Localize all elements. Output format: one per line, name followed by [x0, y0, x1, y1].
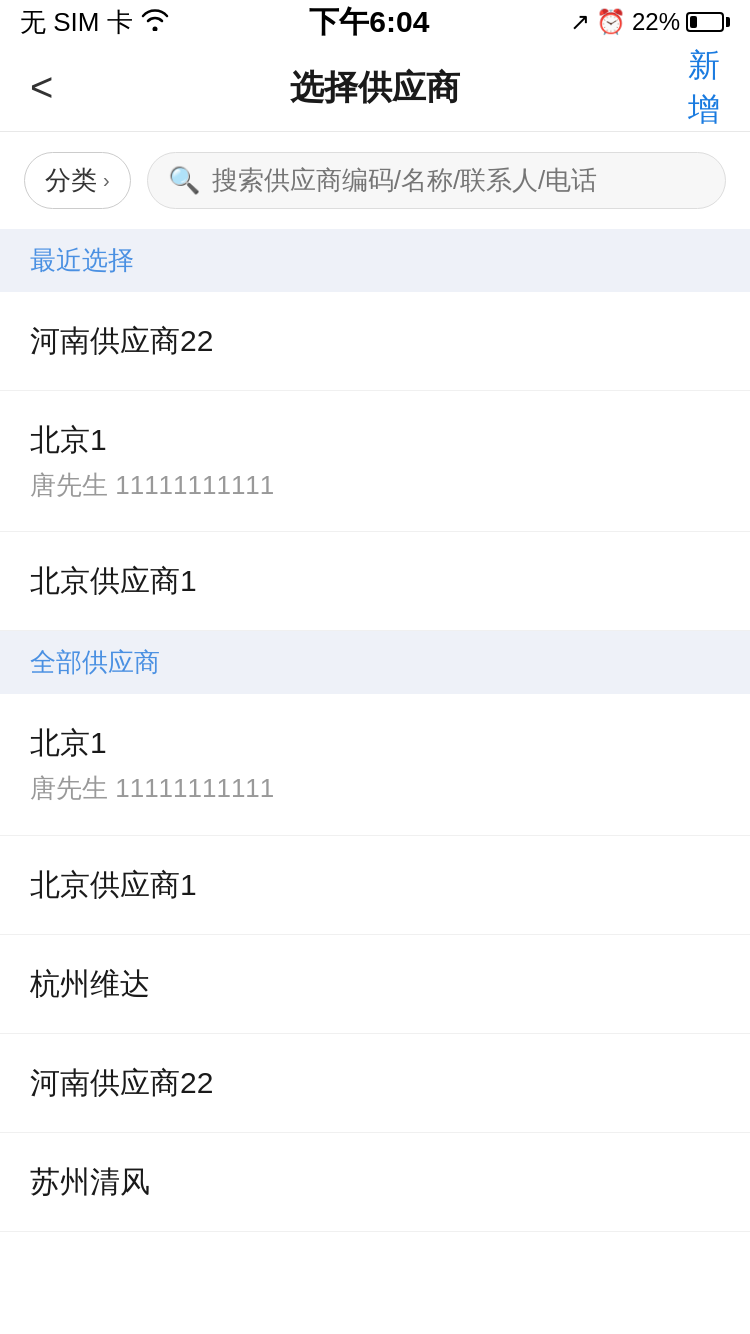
list-item[interactable]: 河南供应商22 — [0, 1034, 750, 1133]
add-button[interactable]: 新增 — [660, 44, 720, 132]
search-box[interactable]: 🔍 — [147, 152, 726, 209]
list-item[interactable]: 北京供应商1 — [0, 836, 750, 935]
alarm-icon: ⏰ — [596, 8, 626, 36]
status-bar: 无 SIM 卡 下午6:04 ↗ ⏰ 22% — [0, 0, 750, 44]
item-name: 北京1 — [30, 419, 720, 461]
all-items-list: 北京1 唐先生 11111111111 北京供应商1 杭州维达河南供应商22 苏州清风 — [0, 694, 750, 1231]
recent-items-list: 河南供应商22 北京1 唐先生 11111111111 北京供应商1 — [0, 292, 750, 631]
list-item[interactable]: 苏州清风 — [0, 1133, 750, 1232]
category-label: 分类 — [45, 163, 97, 198]
item-name: 杭州维达 — [30, 963, 720, 1005]
all-section-header: 全部供应商 — [0, 631, 750, 694]
all-section-label: 全部供应商 — [30, 647, 160, 677]
item-name: 北京供应商1 — [30, 864, 720, 906]
item-name: 北京供应商1 — [30, 560, 720, 602]
item-name: 河南供应商22 — [30, 1062, 720, 1104]
battery-percent: 22% — [632, 8, 680, 36]
nav-bar: < 选择供应商 新增 — [0, 44, 750, 132]
filter-row: 分类 › 🔍 — [0, 132, 750, 229]
list-item[interactable]: 河南供应商22 — [0, 292, 750, 391]
category-filter-button[interactable]: 分类 › — [24, 152, 131, 209]
item-name: 河南供应商22 — [30, 320, 720, 362]
search-input[interactable] — [212, 165, 705, 196]
battery-indicator — [686, 12, 730, 32]
recent-section-header: 最近选择 — [0, 229, 750, 292]
page-title: 选择供应商 — [290, 65, 460, 111]
status-left: 无 SIM 卡 — [20, 5, 169, 40]
list-item[interactable]: 北京1 唐先生 11111111111 — [0, 391, 750, 532]
item-name: 北京1 — [30, 722, 720, 764]
list-item[interactable]: 北京1 唐先生 11111111111 — [0, 694, 750, 835]
location-icon: ↗ — [570, 8, 590, 36]
sim-label: 无 SIM 卡 — [20, 5, 133, 40]
wifi-icon — [141, 7, 169, 38]
item-sub: 唐先生 11111111111 — [30, 467, 720, 503]
status-right: ↗ ⏰ 22% — [570, 8, 730, 36]
search-icon: 🔍 — [168, 165, 200, 196]
recent-section-label: 最近选择 — [30, 245, 134, 275]
back-button[interactable]: < — [30, 65, 90, 110]
item-sub: 唐先生 11111111111 — [30, 770, 720, 806]
list-item[interactable]: 杭州维达 — [0, 935, 750, 1034]
list-item[interactable]: 北京供应商1 — [0, 532, 750, 631]
category-arrow-icon: › — [103, 169, 110, 192]
item-name: 苏州清风 — [30, 1161, 720, 1203]
time-display: 下午6:04 — [309, 2, 429, 43]
